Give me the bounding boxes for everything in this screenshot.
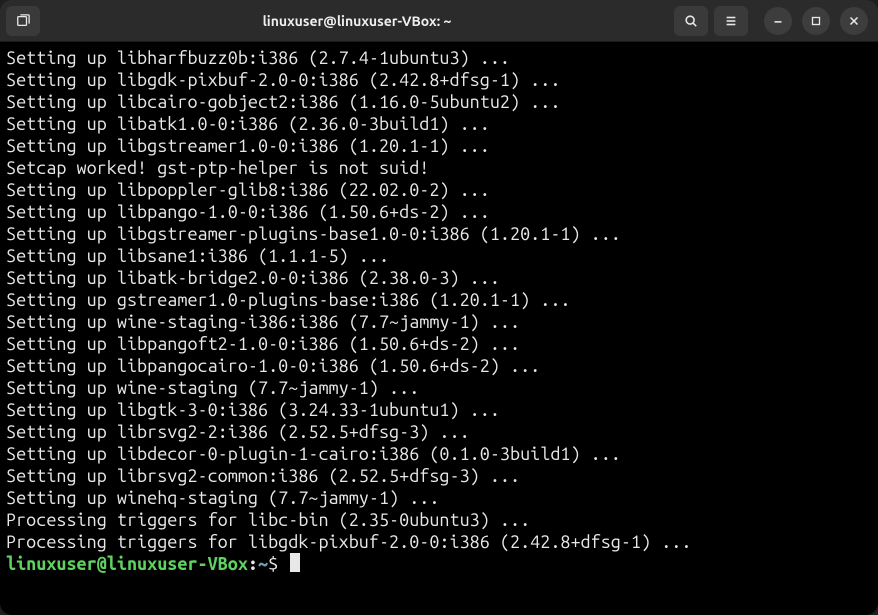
maximize-button[interactable] <box>802 7 830 35</box>
search-button[interactable] <box>674 6 708 36</box>
menu-button[interactable] <box>714 6 748 36</box>
cursor <box>290 553 300 572</box>
window-controls <box>764 7 868 35</box>
prompt-colon: : <box>248 554 258 574</box>
prompt-path: ~ <box>258 554 268 574</box>
minimize-button[interactable] <box>764 7 792 35</box>
right-controls <box>674 6 872 36</box>
prompt-user: linuxuser@linuxuser-VBox <box>6 554 248 574</box>
new-tab-button[interactable] <box>6 6 40 36</box>
window-title: linuxuser@linuxuser-VBox: ~ <box>46 13 668 29</box>
terminal-lines: Setting up libharfbuzz0b:i386 (2.7.4-1ub… <box>6 47 872 553</box>
titlebar: linuxuser@linuxuser-VBox: ~ <box>0 0 878 42</box>
terminal-output[interactable]: Setting up libharfbuzz0b:i386 (2.7.4-1ub… <box>0 42 878 615</box>
prompt-dollar: $ <box>268 554 278 574</box>
close-button[interactable] <box>840 7 868 35</box>
